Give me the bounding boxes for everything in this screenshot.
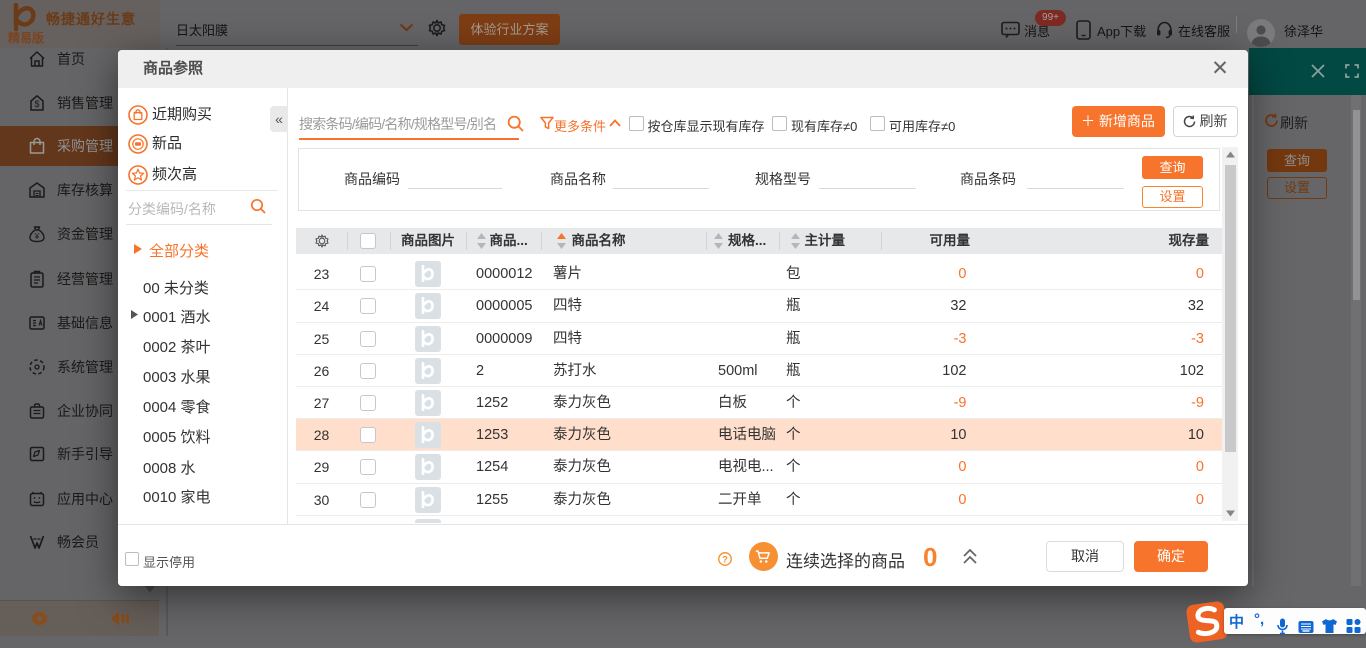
svg-text:?: ? bbox=[722, 554, 728, 564]
svg-text:$: $ bbox=[34, 99, 39, 109]
svg-text:¥: ¥ bbox=[34, 232, 40, 241]
